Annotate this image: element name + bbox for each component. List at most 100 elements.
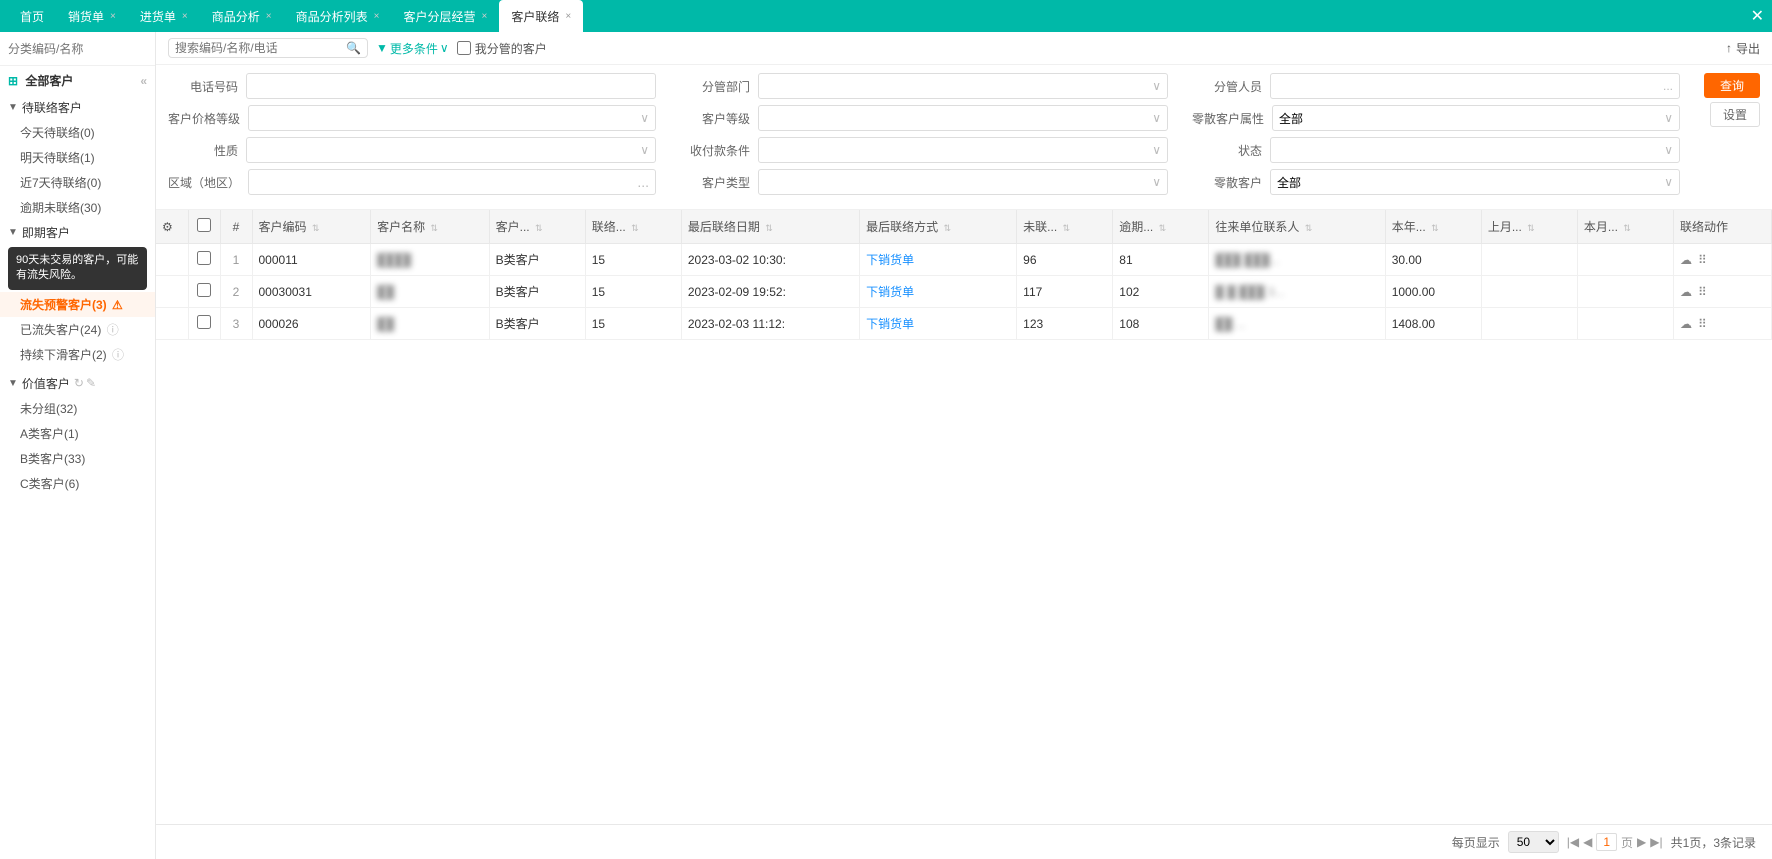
- sidebar-item-class-c[interactable]: C类客户(6): [0, 471, 155, 496]
- sidebar-group-expiring[interactable]: ▼ 即期客户: [0, 220, 155, 245]
- this-year-col-header[interactable]: 本年... ⇅: [1385, 210, 1481, 244]
- nav-sales-close[interactable]: ×: [110, 11, 116, 22]
- sidebar-item-7days[interactable]: 近7天待联络(0): [0, 170, 155, 195]
- price-level-select[interactable]: ∨: [248, 105, 656, 131]
- nav-purchase-close[interactable]: ×: [182, 11, 188, 22]
- nav-analysis-list-close[interactable]: ×: [374, 11, 380, 22]
- dept-select[interactable]: ∨: [758, 73, 1168, 99]
- last-way-link[interactable]: 下销货单: [866, 253, 914, 267]
- settings-button[interactable]: 设置: [1710, 102, 1760, 127]
- last-page-icon[interactable]: ▶|: [1650, 835, 1662, 849]
- contact-action-icon[interactable]: ☁: [1680, 317, 1692, 331]
- nav-customer-contact[interactable]: 客户联络 ×: [499, 0, 583, 32]
- contact-action-icon[interactable]: ☁: [1680, 285, 1692, 299]
- nav-analysis[interactable]: 商品分析 ×: [200, 0, 284, 32]
- type-sort-icon[interactable]: ⇅: [535, 223, 543, 233]
- last-way-sort-icon[interactable]: ⇅: [943, 223, 951, 233]
- first-page-icon[interactable]: |◀: [1567, 835, 1579, 849]
- contact-person-sort-icon[interactable]: ⇅: [1305, 223, 1313, 233]
- sidebar-all-customers[interactable]: ⊞ 全部客户 «: [0, 66, 155, 95]
- sidebar-item-declining[interactable]: 持续下滑客户(2) ⓘ: [0, 342, 155, 367]
- next-page-icon[interactable]: ▶: [1637, 835, 1646, 849]
- more-actions-icon[interactable]: ⠿: [1698, 253, 1707, 267]
- retail-attr-select[interactable]: 全部 ∨: [1272, 105, 1680, 131]
- nav-customer-tier-close[interactable]: ×: [481, 11, 487, 22]
- last-month-sort-icon[interactable]: ⇅: [1527, 223, 1535, 233]
- status-select[interactable]: ∨: [1270, 137, 1680, 163]
- my-customers-checkbox[interactable]: [457, 41, 471, 55]
- manager-select[interactable]: ...: [1270, 73, 1680, 99]
- sidebar-group-value[interactable]: ▼ 价值客户 ↻ ✎: [0, 371, 155, 396]
- nav-analysis-close[interactable]: ×: [266, 11, 272, 22]
- region-select[interactable]: ...: [248, 169, 656, 195]
- last-month-col-header[interactable]: 上月... ⇅: [1481, 210, 1577, 244]
- prev-page-icon[interactable]: ◀: [1583, 835, 1592, 849]
- sidebar-item-churn-warning[interactable]: 流失预警客户(3) ⚠: [0, 292, 155, 317]
- nav-customer-tier[interactable]: 客户分层经营 ×: [391, 0, 499, 32]
- sidebar-item-class-b[interactable]: B类客户(33): [0, 446, 155, 471]
- this-month-col-header[interactable]: 本月... ⇅: [1577, 210, 1673, 244]
- nav-purchase[interactable]: 进货单 ×: [128, 0, 200, 32]
- nav-home[interactable]: 首页: [8, 0, 56, 32]
- row-checkbox[interactable]: [197, 315, 211, 329]
- not-contacted-sort-icon[interactable]: ⇅: [1063, 223, 1071, 233]
- last-contact-date-col-header[interactable]: 最后联络日期 ⇅: [681, 210, 859, 244]
- region-ellipsis[interactable]: ...: [637, 174, 649, 190]
- last-date-sort-icon[interactable]: ⇅: [765, 223, 773, 233]
- name-sort-icon[interactable]: ⇅: [430, 223, 438, 233]
- payment-select[interactable]: ∨: [758, 137, 1168, 163]
- code-sort-icon[interactable]: ⇅: [312, 223, 320, 233]
- contact-col-header[interactable]: 联络... ⇅: [585, 210, 681, 244]
- more-conditions-button[interactable]: ▼ 更多条件 ∨: [376, 40, 449, 57]
- nature-select[interactable]: ∨: [246, 137, 656, 163]
- this-year-sort-icon[interactable]: ⇅: [1431, 223, 1439, 233]
- close-all-button[interactable]: ✕: [1751, 6, 1764, 26]
- this-month-sort-icon[interactable]: ⇅: [1623, 223, 1631, 233]
- phone-input[interactable]: [246, 73, 656, 99]
- not-contacted-col-header[interactable]: 未联... ⇅: [1017, 210, 1113, 244]
- more-actions-icon[interactable]: ⠿: [1698, 317, 1707, 331]
- last-contact-way-col-header[interactable]: 最后联络方式 ⇅: [860, 210, 1017, 244]
- sidebar-item-churned[interactable]: 已流失客户(24) ⓘ: [0, 317, 155, 342]
- name-col-header[interactable]: 客户名称 ⇅: [371, 210, 490, 244]
- type-col-header[interactable]: 客户... ⇅: [489, 210, 585, 244]
- sidebar-item-class-a[interactable]: A类客户(1): [0, 421, 155, 446]
- query-button[interactable]: 查询: [1704, 73, 1760, 98]
- last-way-link[interactable]: 下销货单: [866, 317, 914, 331]
- sidebar-search-input[interactable]: [8, 42, 156, 56]
- row-name: ██: [371, 276, 490, 308]
- nav-sales[interactable]: 销货单 ×: [56, 0, 128, 32]
- overdue-col-header[interactable]: 逾期... ⇅: [1113, 210, 1209, 244]
- nav-customer-contact-close[interactable]: ×: [565, 11, 571, 22]
- nav-analysis-list[interactable]: 商品分析列表 ×: [284, 0, 392, 32]
- page-size-select[interactable]: 50 10 20 100: [1508, 831, 1559, 853]
- last-way-link[interactable]: 下销货单: [866, 285, 914, 299]
- sidebar-item-ungrouped[interactable]: 未分组(32): [0, 396, 155, 421]
- sidebar-group-pending[interactable]: ▼ 待联络客户: [0, 95, 155, 120]
- row-not-contacted: 123: [1017, 308, 1113, 340]
- gear-col-header[interactable]: ⚙: [156, 210, 188, 244]
- edit-icon[interactable]: ✎: [86, 376, 96, 390]
- sidebar-item-today[interactable]: 今天待联络(0): [0, 120, 155, 145]
- select-all-checkbox[interactable]: [197, 218, 211, 232]
- refresh-icon[interactable]: ↻: [74, 376, 84, 390]
- contact-sort-icon[interactable]: ⇅: [631, 223, 639, 233]
- sidebar-item-tomorrow[interactable]: 明天待联络(1): [0, 145, 155, 170]
- contact-action-icon[interactable]: ☁: [1680, 253, 1692, 267]
- contact-person-col-header[interactable]: 往来单位联系人 ⇅: [1209, 210, 1385, 244]
- row-checkbox[interactable]: [197, 283, 211, 297]
- more-actions-icon[interactable]: ⠿: [1698, 285, 1707, 299]
- overdue-sort-icon[interactable]: ⇅: [1159, 223, 1167, 233]
- export-button[interactable]: ↑ 导出: [1726, 40, 1760, 57]
- customer-level-select[interactable]: ∨: [758, 105, 1168, 131]
- search-icon[interactable]: 🔍: [346, 41, 361, 55]
- settings-gear-icon[interactable]: ⚙: [162, 220, 173, 234]
- current-page[interactable]: 1: [1596, 833, 1617, 851]
- retail-customer-select[interactable]: 全部 ∨: [1270, 169, 1680, 195]
- row-checkbox[interactable]: [197, 251, 211, 265]
- sidebar-collapse-icon[interactable]: «: [140, 74, 147, 88]
- customer-type-select[interactable]: ∨: [758, 169, 1168, 195]
- search-input[interactable]: [175, 41, 346, 55]
- sidebar-item-overdue[interactable]: 逾期未联络(30): [0, 195, 155, 220]
- code-col-header[interactable]: 客户编码 ⇅: [252, 210, 371, 244]
